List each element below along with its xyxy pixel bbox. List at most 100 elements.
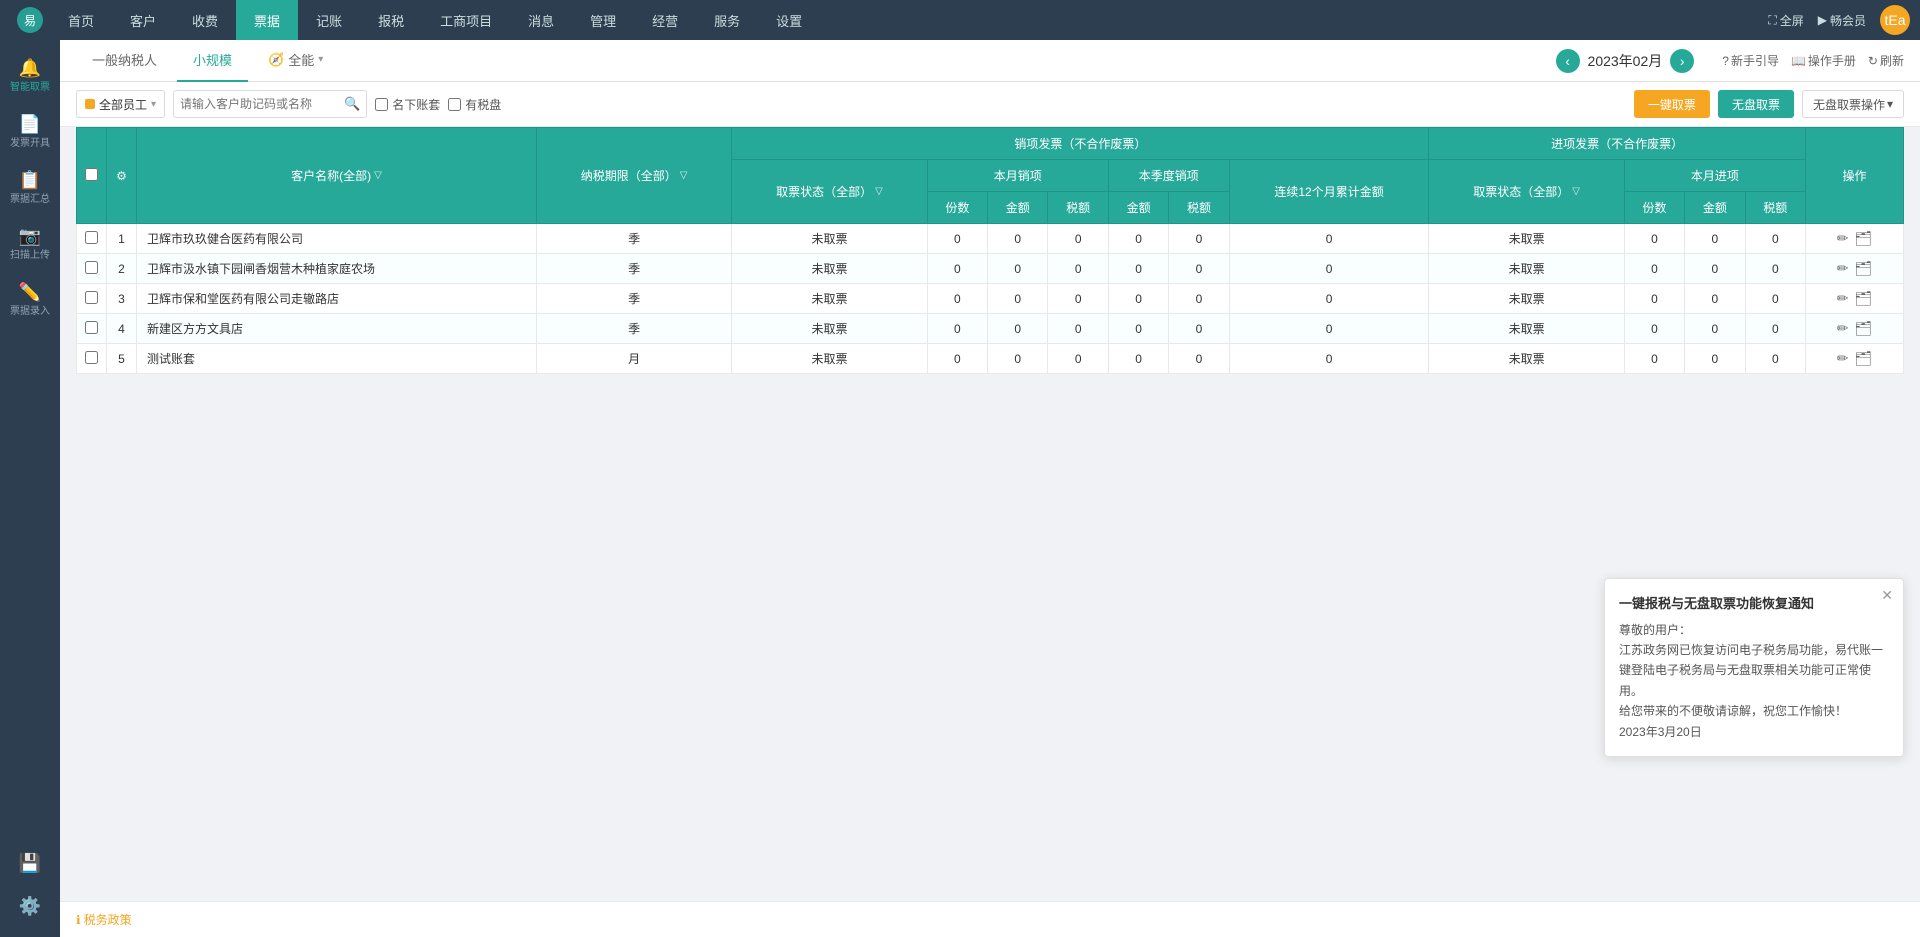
sidebar-item-download[interactable]: 💾 [2,845,58,884]
popup-title: 一键报税与无盘取票功能恢复通知 [1619,593,1889,612]
nav-fee[interactable]: 收费 [174,0,236,40]
row-name: 测试账套 [137,344,537,374]
row-actions: ✏ 🗂 [1805,344,1903,374]
search-button[interactable]: 🔍 [344,96,360,112]
row-s-q-amount-link[interactable]: 0 [1135,322,1142,336]
sidebar-item-scan-upload[interactable]: 📷 扫描上传 [2,218,58,270]
view-icon[interactable]: 🗂 [1854,260,1872,277]
nav-service[interactable]: 服务 [696,0,758,40]
popup-close-btn[interactable]: ✕ [1881,587,1893,604]
row-s-q-amount-link[interactable]: 0 [1135,352,1142,366]
row-p-status: 未取票 [1429,224,1624,254]
refresh-btn[interactable]: ↻ 刷新 [1868,52,1904,69]
row-actions: ✏ 🗂 [1805,284,1903,314]
edit-icon[interactable]: ✏ [1837,320,1849,337]
view-icon[interactable]: 🗂 [1854,320,1872,337]
row-checkbox[interactable] [85,231,98,244]
nav-business[interactable]: 工商项目 [422,0,510,40]
tabs-bar: 一般纳税人 小规模 🧭 全能 ▾ ‹ 2023年02月 › ? 新手引导 [60,40,1920,82]
member-btn[interactable]: ▶ 畅会员 [1818,12,1866,29]
tax-policy-link[interactable]: ℹ 税务政策 [76,911,132,928]
tab-small-scale[interactable]: 小规模 [177,40,248,82]
manual-btn[interactable]: 📖 操作手册 [1791,52,1856,69]
filter-bar: 全部员工 ▾ 🔍 名下账套 有税盘 一键取票 无盘取票 无盘取票操作 ▾ [60,82,1920,127]
nodisk-ticket-btn[interactable]: 无盘取票 [1718,90,1794,118]
employee-select[interactable]: 全部员工 ▾ [76,90,165,118]
sidebar-item-ticket-entry[interactable]: ✏️ 票据录入 [2,274,58,326]
row-s-q-amount-link[interactable]: 0 [1135,262,1142,276]
row-checkbox[interactable] [85,261,98,274]
row-s-12m-link[interactable]: 0 [1326,292,1333,306]
th-quarter-sales: 本季度销项 [1108,160,1229,192]
sidebar-item-smart-ticket[interactable]: 🔔 智能取票 [2,50,58,102]
edit-icon[interactable]: ✏ [1837,290,1849,307]
checkbox-account[interactable]: 名下账套 [375,96,440,113]
row-s-12m: 0 [1229,254,1429,284]
sales-status-filter-icon[interactable]: ▽ [875,186,883,197]
download-icon: 💾 [19,853,41,874]
settings-icon[interactable]: ⚙ [116,169,127,183]
nav-manage[interactable]: 管理 [572,0,634,40]
fullscreen-icon: ⛶ [1768,13,1776,28]
fullscreen-btn[interactable]: ⛶ 全屏 [1768,12,1803,29]
sidebar-item-issue-invoice-label: 发票开具 [10,137,50,150]
left-sidebar: 🔔 智能取票 📄 发票开具 📋 票据汇总 📷 扫描上传 ✏️ 票据录入 💾 ⚙️ [0,40,60,937]
nodisk-ops-btn[interactable]: 无盘取票操作 ▾ [1802,90,1904,118]
taxdisk-checkbox-input[interactable] [448,98,461,111]
nav-message[interactable]: 消息 [510,0,572,40]
row-s-12m-link[interactable]: 0 [1326,352,1333,366]
row-checkbox[interactable] [85,291,98,304]
name-filter-icon[interactable]: ▽ [374,170,382,181]
th-monthly-sales: 本月销项 [927,160,1108,192]
edit-icon[interactable]: ✏ [1837,260,1849,277]
period-filter-icon[interactable]: ▽ [680,170,688,181]
nav-operation[interactable]: 经营 [634,0,696,40]
ticket-summary-icon: 📋 [19,170,41,191]
view-icon[interactable]: 🗂 [1854,290,1872,307]
search-input[interactable] [180,97,340,111]
select-all-checkbox[interactable] [85,168,98,181]
main-content: 一般纳税人 小规模 🧭 全能 ▾ ‹ 2023年02月 › ? 新手引导 [60,40,1920,937]
compass-icon: 🧭 [268,52,284,68]
row-num: 5 [107,344,137,374]
edit-icon[interactable]: ✏ [1837,350,1849,367]
row-s-q-amount-link[interactable]: 0 [1135,232,1142,246]
row-s-12m-link[interactable]: 0 [1326,262,1333,276]
row-checkbox[interactable] [85,351,98,364]
purchase-status-filter-icon[interactable]: ▽ [1572,186,1580,197]
row-s-12m-link[interactable]: 0 [1326,232,1333,246]
nav-home[interactable]: 首页 [50,0,112,40]
onekey-ticket-btn[interactable]: 一键取票 [1634,90,1710,118]
member-icon: ▶ [1818,13,1827,27]
row-s-m-amount: 0 [988,284,1048,314]
row-checkbox[interactable] [85,321,98,334]
row-s-m-tax: 0 [1048,344,1108,374]
view-icon[interactable]: 🗂 [1854,350,1872,367]
tab-general-taxpayer[interactable]: 一般纳税人 [76,40,173,82]
row-s-q-amount-link[interactable]: 0 [1135,292,1142,306]
period-prev-btn[interactable]: ‹ [1556,49,1580,73]
sidebar-item-ticket-summary[interactable]: 📋 票据汇总 [2,162,58,214]
user-avatar[interactable]: tEa [1880,5,1910,35]
nav-account[interactable]: 记账 [298,0,360,40]
view-icon[interactable]: 🗂 [1854,230,1872,247]
th-purchase-status: 取票状态（全部） ▽ [1429,160,1624,224]
edit-icon[interactable]: ✏ [1837,230,1849,247]
row-s-12m-link[interactable]: 0 [1326,322,1333,336]
period-next-btn[interactable]: › [1670,49,1694,73]
account-checkbox-input[interactable] [375,98,388,111]
row-s-m-count: 0 [927,344,987,374]
sidebar-item-ticket-entry-label: 票据录入 [10,305,50,318]
bottom-bar: ℹ 税务政策 [60,901,1920,937]
sidebar-item-issue-invoice[interactable]: 📄 发票开具 [2,106,58,158]
nav-client[interactable]: 客户 [112,0,174,40]
new-guide-btn[interactable]: ? 新手引导 [1722,52,1779,69]
checkbox-taxdisk[interactable]: 有税盘 [448,96,501,113]
sidebar-item-settings[interactable]: ⚙️ [2,888,58,927]
nav-tax[interactable]: 报税 [360,0,422,40]
row-checkbox-cell [77,224,107,254]
nav-settings[interactable]: 设置 [758,0,820,40]
nav-ticket[interactable]: 票据 [236,0,298,40]
row-s-m-count: 0 [927,284,987,314]
tab-all[interactable]: 🧭 全能 ▾ [252,40,339,82]
